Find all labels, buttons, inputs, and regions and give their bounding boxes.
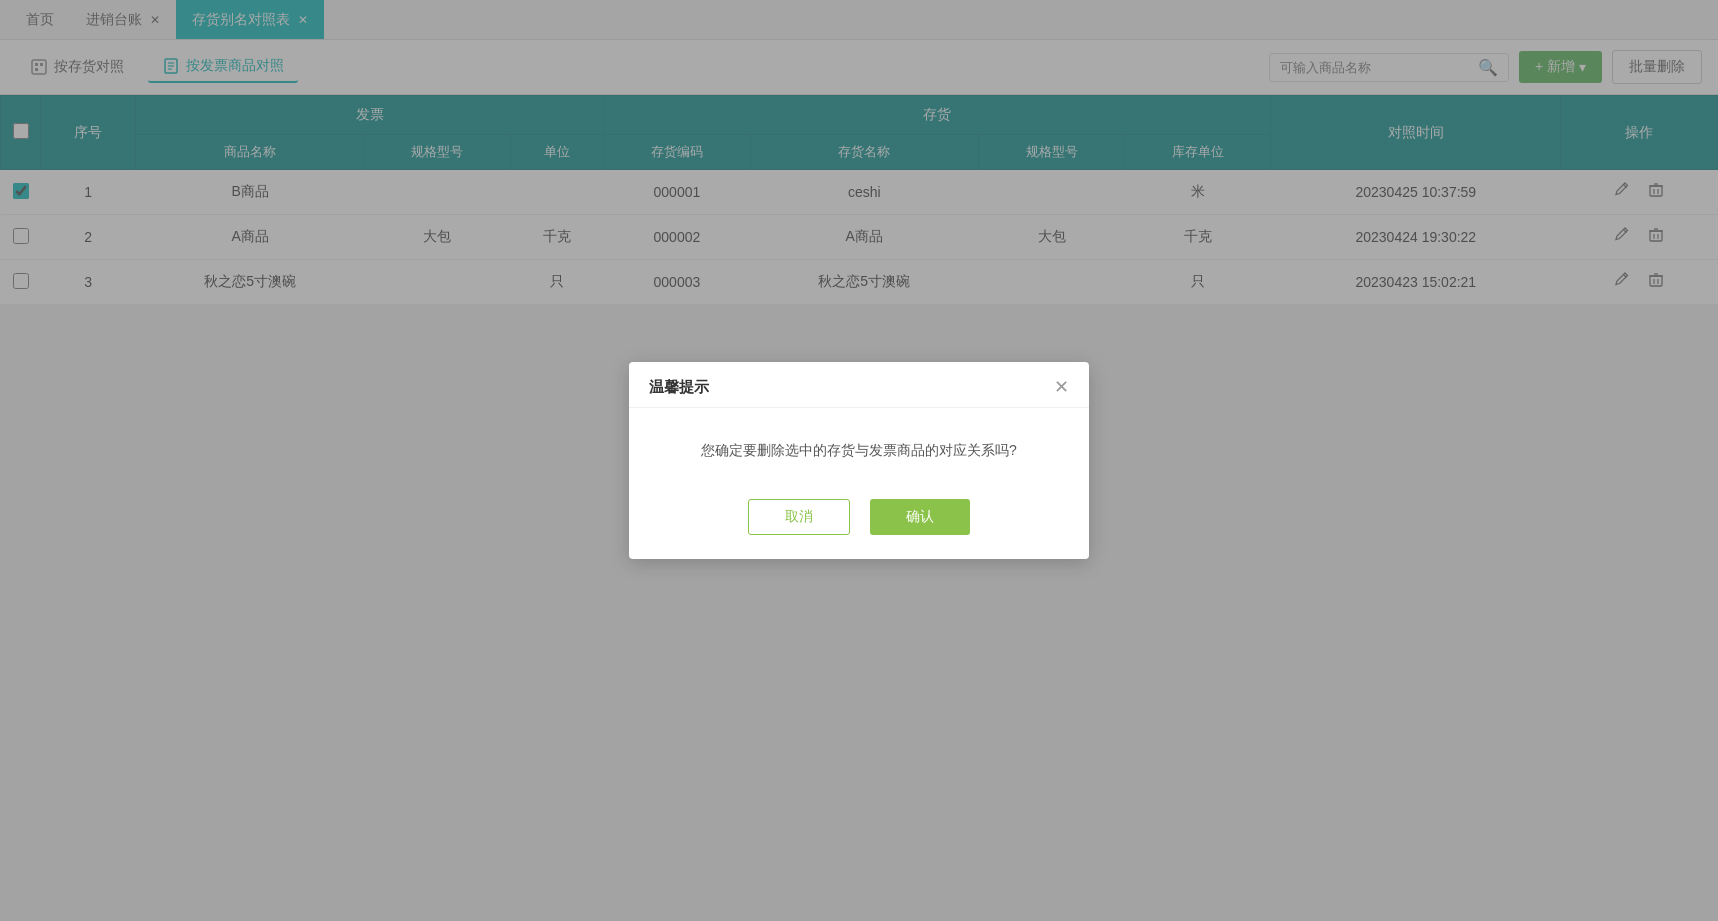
page-content: 按存货对照 按发票商品对照 🔍 + 新增 ▾ 批量删除	[0, 40, 1718, 305]
overlay: 温馨提示 ✕ 您确定要删除选中的存货与发票商品的对应关系吗? 取消 确认	[0, 0, 1718, 305]
